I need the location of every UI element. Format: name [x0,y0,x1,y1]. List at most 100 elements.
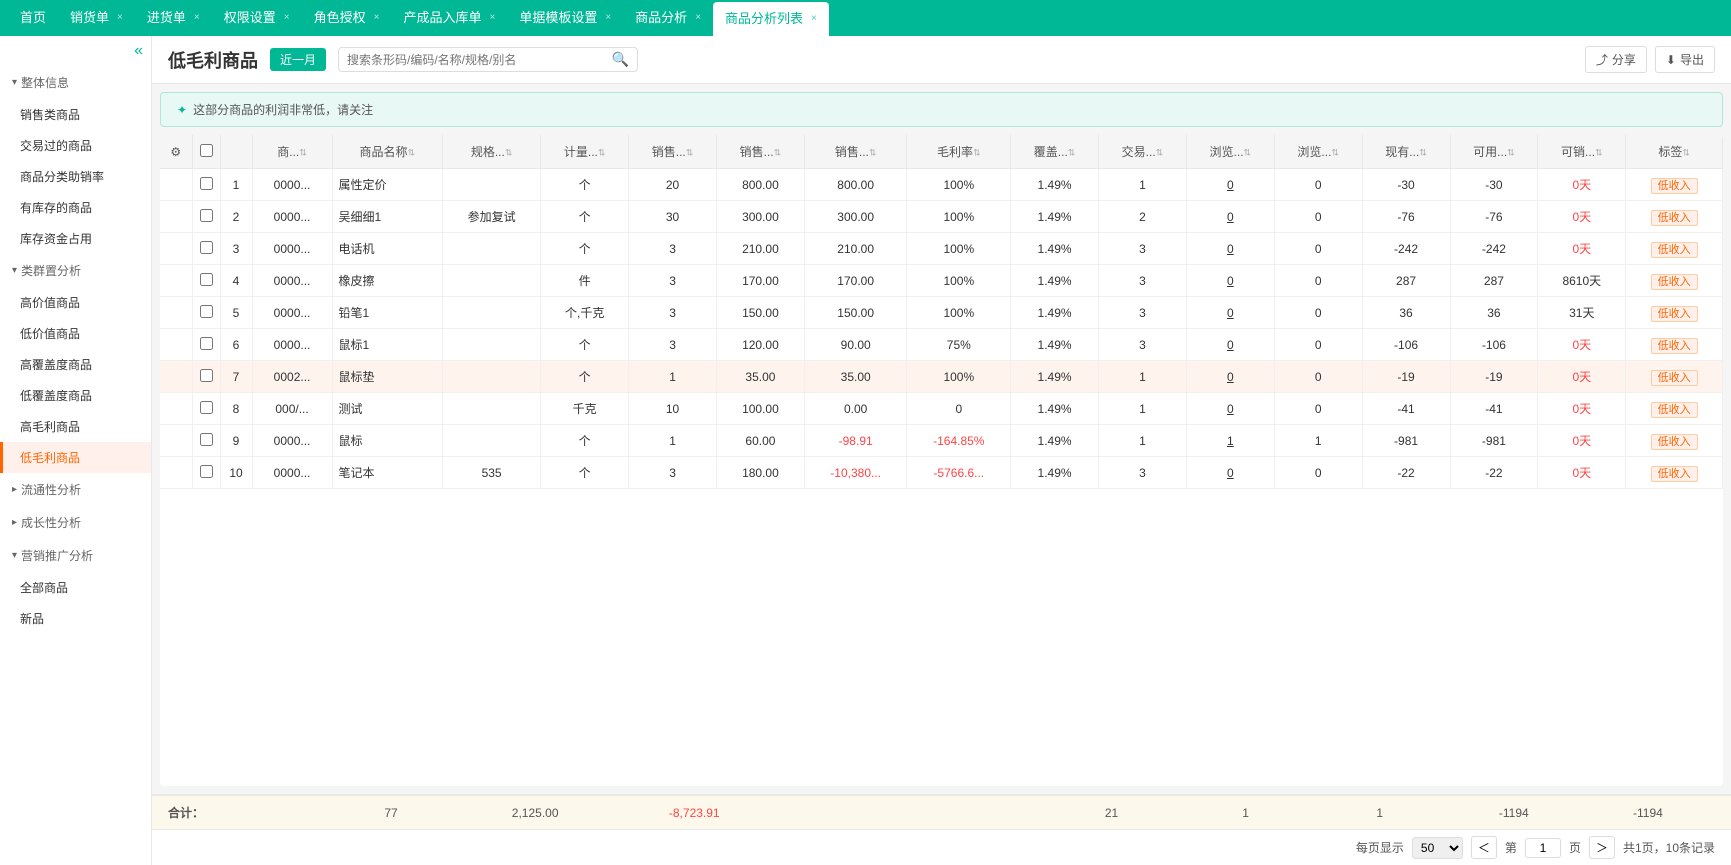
sidebar-item-high-coverage[interactable]: 高覆盖度商品 [0,349,151,380]
prev-page-button[interactable]: ＜ [1471,836,1497,859]
per-page-select[interactable]: 50 20 100 [1412,837,1463,859]
cell-check[interactable] [192,457,220,489]
col-gear[interactable]: ⚙ [160,135,192,169]
close-icon[interactable]: × [489,0,495,36]
row-checkbox[interactable] [200,337,213,350]
close-icon[interactable]: × [695,0,701,36]
select-all-checkbox[interactable] [200,144,213,157]
close-icon[interactable]: × [811,2,817,36]
cell-browse1[interactable]: 0 [1186,265,1274,297]
sidebar-group-marketing[interactable]: ▾ 营销推广分析 [0,539,151,572]
col-sales-price[interactable]: 销售...⇅ [716,135,804,169]
sidebar-item-traded-goods[interactable]: 交易过的商品 [0,130,151,161]
sidebar-item-high-margin[interactable]: 高毛利商品 [0,411,151,442]
sidebar-group-liquidity[interactable]: ▸ 流通性分析 [0,473,151,506]
col-name[interactable]: 商品名称⇅ [332,135,442,169]
close-icon[interactable]: × [194,0,200,36]
sidebar-item-stock-capital[interactable]: 库存资金占用 [0,223,151,254]
row-checkbox[interactable] [200,305,213,318]
browse1-link[interactable]: 0 [1227,274,1234,288]
nav-template-settings[interactable]: 单据模板设置 × [507,0,623,36]
nav-role-auth[interactable]: 角色授权 × [302,0,392,36]
cell-browse1[interactable]: 0 [1186,201,1274,233]
close-icon[interactable]: × [605,0,611,36]
close-icon[interactable]: × [284,0,290,36]
col-transaction[interactable]: 交易...⇅ [1099,135,1187,169]
cell-browse1[interactable]: 0 [1186,393,1274,425]
cell-browse1[interactable]: 0 [1186,169,1274,201]
cell-check[interactable] [192,169,220,201]
nav-purchase-order[interactable]: 进货单 × [135,0,212,36]
nav-permissions[interactable]: 权限设置 × [212,0,302,36]
nav-goods-analysis-list[interactable]: 商品分析列表 × [713,2,829,36]
sidebar-item-new-goods[interactable]: 新品 [0,603,151,634]
sidebar-group-overall[interactable]: ▾ 整体信息 [0,66,151,99]
nav-sales-order[interactable]: 销货单 × [58,0,135,36]
cell-browse1[interactable]: 1 [1186,425,1274,457]
row-checkbox[interactable] [200,401,213,414]
browse1-link[interactable]: 0 [1227,306,1234,320]
export-button[interactable]: ⬇ 导出 [1655,46,1715,73]
cell-check[interactable] [192,393,220,425]
cell-check[interactable] [192,297,220,329]
share-button[interactable]: ⤴ 分享 [1585,46,1647,73]
search-input[interactable] [347,53,612,67]
nav-goods-analysis[interactable]: 商品分析 × [623,0,713,36]
cell-check[interactable] [192,361,220,393]
col-sales-profit[interactable]: 销售...⇅ [804,135,907,169]
sidebar-item-low-value[interactable]: 低价值商品 [0,318,151,349]
browse1-link[interactable]: 0 [1227,338,1234,352]
row-checkbox[interactable] [200,433,213,446]
row-checkbox[interactable] [200,241,213,254]
cell-check[interactable] [192,265,220,297]
page-number-input[interactable] [1525,838,1561,858]
close-icon[interactable]: × [117,0,123,36]
nav-home[interactable]: 首页 [8,0,58,36]
cell-browse1[interactable]: 0 [1186,361,1274,393]
col-unit[interactable]: 计量...⇅ [541,135,629,169]
sidebar-group-cluster[interactable]: ▾ 类群置分析 [0,254,151,287]
browse1-link[interactable]: 0 [1227,178,1234,192]
cell-browse1[interactable]: 0 [1186,233,1274,265]
browse1-link[interactable]: 0 [1227,210,1234,224]
cell-browse1[interactable]: 0 [1186,457,1274,489]
browse1-link[interactable]: 0 [1227,402,1234,416]
row-checkbox[interactable] [200,369,213,382]
row-checkbox[interactable] [200,209,213,222]
close-icon[interactable]: × [374,0,380,36]
browse1-link[interactable]: 0 [1227,466,1234,480]
sidebar-group-growth[interactable]: ▸ 成长性分析 [0,506,151,539]
cell-check[interactable] [192,233,220,265]
cell-check[interactable] [192,425,220,457]
col-sellable[interactable]: 可销...⇅ [1538,135,1626,169]
col-available[interactable]: 可用...⇅ [1450,135,1538,169]
col-spec[interactable]: 规格...⇅ [442,135,540,169]
sidebar-item-sales-goods[interactable]: 销售类商品 [0,99,151,130]
sidebar-item-category-rate[interactable]: 商品分类助销率 [0,161,151,192]
cell-check[interactable] [192,201,220,233]
nav-finished-goods[interactable]: 产成品入库单 × [391,0,507,36]
col-coverage[interactable]: 覆盖...⇅ [1011,135,1099,169]
browse1-link[interactable]: 0 [1227,242,1234,256]
col-browse2[interactable]: 浏览...⇅ [1274,135,1362,169]
cell-browse1[interactable]: 0 [1186,329,1274,361]
browse1-link[interactable]: 1 [1227,434,1234,448]
next-page-button[interactable]: ＞ [1589,836,1615,859]
search-icon[interactable]: 🔍 [612,51,629,68]
col-tag[interactable]: 标签⇅ [1626,135,1723,169]
sidebar-item-high-value[interactable]: 高价值商品 [0,287,151,318]
row-checkbox[interactable] [200,465,213,478]
row-checkbox[interactable] [200,177,213,190]
col-code[interactable]: 商...⇅ [252,135,332,169]
sidebar-collapse-btn[interactable]: « [0,36,151,66]
cell-check[interactable] [192,329,220,361]
col-gross-margin[interactable]: 毛利率⇅ [907,135,1011,169]
col-current-stock[interactable]: 现有...⇅ [1362,135,1450,169]
row-checkbox[interactable] [200,273,213,286]
sidebar-item-low-coverage[interactable]: 低覆盖度商品 [0,380,151,411]
cell-browse1[interactable]: 0 [1186,297,1274,329]
sidebar-item-stock-goods[interactable]: 有库存的商品 [0,192,151,223]
sidebar-item-all-goods[interactable]: 全部商品 [0,572,151,603]
gear-settings-icon[interactable]: ⚙ [170,145,181,159]
sidebar-item-low-margin[interactable]: 低毛利商品 [0,442,151,473]
